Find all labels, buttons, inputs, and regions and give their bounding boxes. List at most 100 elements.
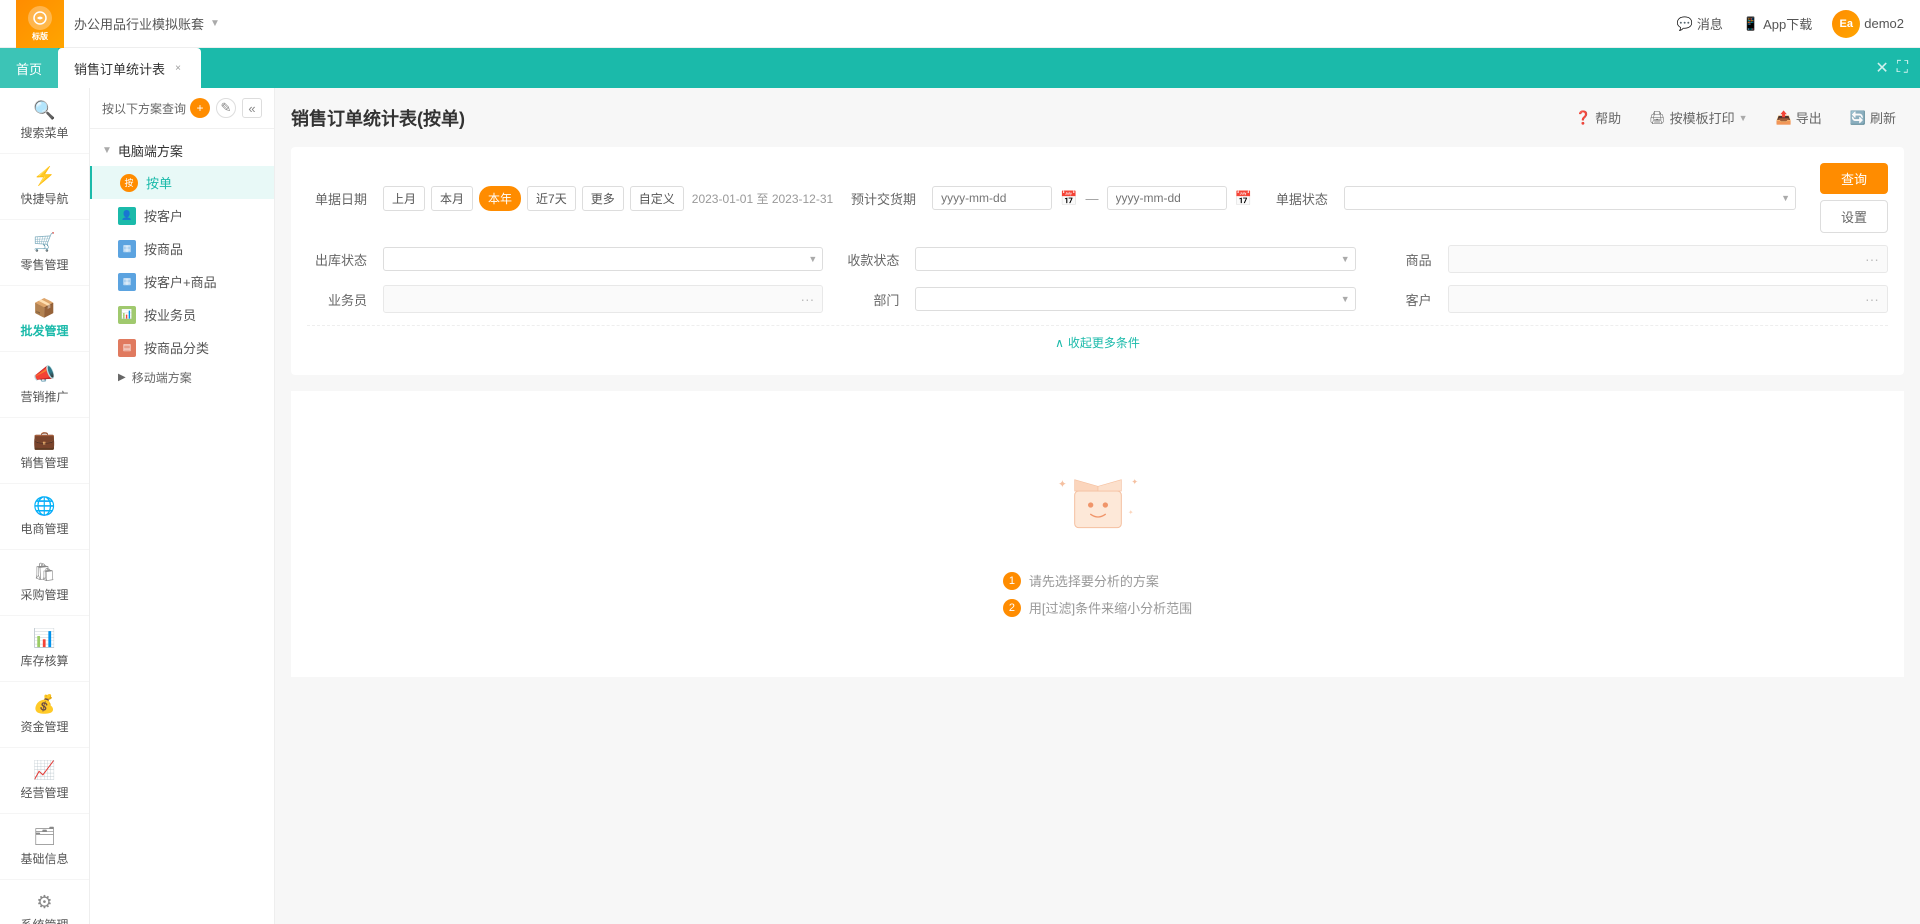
print-dropdown-icon: ▼ bbox=[1739, 113, 1748, 123]
basic-icon: 🗂 bbox=[4, 826, 85, 847]
tree-item-by-customer[interactable]: 👤 按客户 bbox=[90, 199, 274, 232]
date-filter-group: 上月 本月 本年 近7天 更多 自定义 bbox=[383, 186, 684, 211]
sidebar-label-purchase: 采购管理 bbox=[4, 586, 85, 603]
product-more-btn[interactable]: ··· bbox=[1865, 251, 1879, 267]
collapse-panel-btn[interactable]: « bbox=[242, 98, 262, 118]
by-customer-product-label: 按客户+商品 bbox=[144, 272, 217, 291]
tree-parent-mobile[interactable]: ▶ 移动端方案 bbox=[90, 364, 274, 391]
sidebar-item-operations[interactable]: 📈 经营管理 bbox=[0, 748, 89, 814]
expected-date-label: 预计交货期 bbox=[851, 189, 916, 208]
sidebar-item-basic[interactable]: 🗂 基础信息 bbox=[0, 814, 89, 880]
salesperson-more-btn[interactable]: ··· bbox=[800, 291, 814, 307]
refresh-btn[interactable]: 🔄 刷新 bbox=[1842, 104, 1904, 131]
sidebar-item-sales[interactable]: 💼 销售管理 bbox=[0, 418, 89, 484]
date-btn-custom[interactable]: 自定义 bbox=[630, 186, 684, 211]
expected-date-end[interactable] bbox=[1107, 186, 1227, 210]
collapse-row[interactable]: ∧ 收起更多条件 bbox=[307, 325, 1888, 359]
tree-item-by-customer-product[interactable]: ▦ 按客户+商品 bbox=[90, 265, 274, 298]
sidebar-item-system[interactable]: ⚙ 系统管理 bbox=[0, 880, 89, 924]
sidebar-item-finance[interactable]: 💰 资金管理 bbox=[0, 682, 89, 748]
page-header: 销售订单统计表(按单) ❓ 帮助 🖨 按模板打印 ▼ 📤 导出 bbox=[291, 104, 1904, 131]
department-label: 部门 bbox=[839, 290, 899, 309]
search-icon: 🔍 bbox=[4, 100, 85, 121]
bill-status-control bbox=[1344, 186, 1796, 210]
sidebar-item-marketing[interactable]: 📣 营销推广 bbox=[0, 352, 89, 418]
sidebar-item-wholesale[interactable]: 📦 批发管理 bbox=[0, 286, 89, 352]
date-btn-last-month[interactable]: 上月 bbox=[383, 186, 425, 211]
maximize-icon[interactable]: ⛶ bbox=[1897, 59, 1908, 77]
out-status-select[interactable] bbox=[383, 247, 823, 271]
sidebar-item-purchase[interactable]: 🛍 采购管理 bbox=[0, 550, 89, 616]
hint-num-2: 2 bbox=[1003, 599, 1021, 617]
reset-button[interactable]: 设置 bbox=[1820, 200, 1888, 233]
operations-icon: 📈 bbox=[4, 760, 85, 781]
edit-scheme-btn[interactable]: ✎ bbox=[216, 98, 236, 118]
add-scheme-btn[interactable]: + bbox=[190, 98, 210, 118]
sidebar-item-retail[interactable]: 🛒 零售管理 bbox=[0, 220, 89, 286]
date-btn-more[interactable]: 更多 bbox=[582, 186, 624, 211]
message-btn[interactable]: 💬 消息 bbox=[1677, 14, 1723, 33]
filter-row-3: 业务员 ··· 部门 客户 bbox=[307, 285, 1888, 313]
user-menu[interactable]: Ea demo2 bbox=[1832, 10, 1904, 38]
sidebar-item-ecommerce[interactable]: 🌐 电商管理 bbox=[0, 484, 89, 550]
logo-text: 标版 bbox=[32, 32, 48, 42]
template-print-btn[interactable]: 🖨 按模板打印 ▼ bbox=[1641, 104, 1755, 131]
sidebar-label-quick-nav: 快捷导航 bbox=[4, 190, 85, 207]
collection-status-label: 收款状态 bbox=[839, 250, 899, 269]
empty-illustration: ✦ ✦ ✦ bbox=[1038, 451, 1158, 551]
collection-status-select[interactable] bbox=[915, 247, 1355, 271]
tree-item-by-order[interactable]: 按 按单 bbox=[90, 166, 274, 199]
sidebar: 🔍 搜索菜单 ⚡ 快捷导航 🛒 零售管理 📦 批发管理 📣 营销推广 💼 销售管… bbox=[0, 88, 90, 924]
customer-more-btn[interactable]: ··· bbox=[1865, 291, 1879, 307]
customer-control: ··· bbox=[1448, 285, 1888, 313]
expected-date-start[interactable] bbox=[932, 186, 1052, 210]
calendar-end-icon[interactable]: 📅 bbox=[1235, 190, 1252, 207]
by-customer-icon: 👤 bbox=[118, 207, 136, 225]
date-btn-7days[interactable]: 近7天 bbox=[527, 186, 576, 211]
ecommerce-icon: 🌐 bbox=[4, 496, 85, 517]
salesperson-field[interactable]: ··· bbox=[383, 285, 823, 313]
query-button[interactable]: 查询 bbox=[1820, 163, 1888, 194]
by-order-icon: 按 bbox=[120, 174, 138, 192]
tree-item-by-product-category[interactable]: ▤ 按商品分类 bbox=[90, 331, 274, 364]
nav-tabs: 首页 销售订单统计表 × ✕ ⛶ bbox=[0, 48, 1920, 88]
empty-hint-2: 2 用[过滤]条件来缩小分析范围 bbox=[1003, 598, 1192, 617]
bill-date-label: 单据日期 bbox=[307, 189, 367, 208]
tab-close-btn[interactable]: × bbox=[171, 61, 185, 75]
action-buttons: 查询 设置 bbox=[1820, 163, 1888, 233]
page-actions: ❓ 帮助 🖨 按模板打印 ▼ 📤 导出 🔄 刷新 bbox=[1567, 104, 1904, 131]
tree-item-by-product[interactable]: ▦ 按商品 bbox=[90, 232, 274, 265]
sidebar-item-search-menu[interactable]: 🔍 搜索菜单 bbox=[0, 88, 89, 154]
date-btn-this-year[interactable]: 本年 bbox=[479, 186, 521, 211]
by-customer-label: 按客户 bbox=[144, 206, 183, 225]
help-btn[interactable]: ❓ 帮助 bbox=[1567, 104, 1629, 131]
by-product-category-icon: ▤ bbox=[118, 339, 136, 357]
out-status-label: 出库状态 bbox=[307, 250, 367, 269]
top-bar-left: 标版 办公用品行业模拟账套 ▼ bbox=[16, 0, 220, 48]
system-icon: ⚙ bbox=[4, 892, 85, 913]
calendar-start-icon[interactable]: 📅 bbox=[1060, 190, 1077, 207]
left-panel-header: 按以下方案查询 + ✎ « bbox=[90, 88, 274, 129]
collapse-arrow-icon: ∧ bbox=[1055, 336, 1064, 350]
sidebar-label-wholesale: 批发管理 bbox=[4, 322, 85, 339]
empty-state: ✦ ✦ ✦ 1 请先选择要分析的方案 2 用[过滤]条件来缩小分析范围 bbox=[291, 391, 1904, 677]
tab-sales-order-stat[interactable]: 销售订单统计表 × bbox=[58, 48, 201, 88]
bill-status-select[interactable] bbox=[1344, 186, 1796, 210]
tab-home[interactable]: 首页 bbox=[0, 48, 58, 88]
export-btn[interactable]: 📤 导出 bbox=[1768, 104, 1830, 131]
sidebar-item-inventory[interactable]: 📊 库存核算 bbox=[0, 616, 89, 682]
minimize-icon[interactable]: ✕ bbox=[1875, 58, 1888, 78]
tree-parent-pc[interactable]: ▼ 电脑端方案 bbox=[90, 135, 274, 166]
tree-item-by-salesperson[interactable]: 📊 按业务员 bbox=[90, 298, 274, 331]
help-icon: ❓ bbox=[1575, 110, 1591, 126]
sidebar-item-quick-nav[interactable]: ⚡ 快捷导航 bbox=[0, 154, 89, 220]
tree-section: ▼ 电脑端方案 按 按单 👤 按客户 ▦ bbox=[90, 129, 274, 397]
app-selector[interactable]: 办公用品行业模拟账套 ▼ bbox=[74, 14, 220, 33]
date-btn-this-month[interactable]: 本月 bbox=[431, 186, 473, 211]
product-field[interactable]: ··· bbox=[1448, 245, 1888, 273]
sidebar-label-basic: 基础信息 bbox=[4, 850, 85, 867]
expected-date-control: 📅 — 📅 bbox=[932, 186, 1252, 210]
department-select[interactable] bbox=[915, 287, 1355, 311]
download-btn[interactable]: 📱 App下载 bbox=[1743, 14, 1812, 33]
customer-field[interactable]: ··· bbox=[1448, 285, 1888, 313]
